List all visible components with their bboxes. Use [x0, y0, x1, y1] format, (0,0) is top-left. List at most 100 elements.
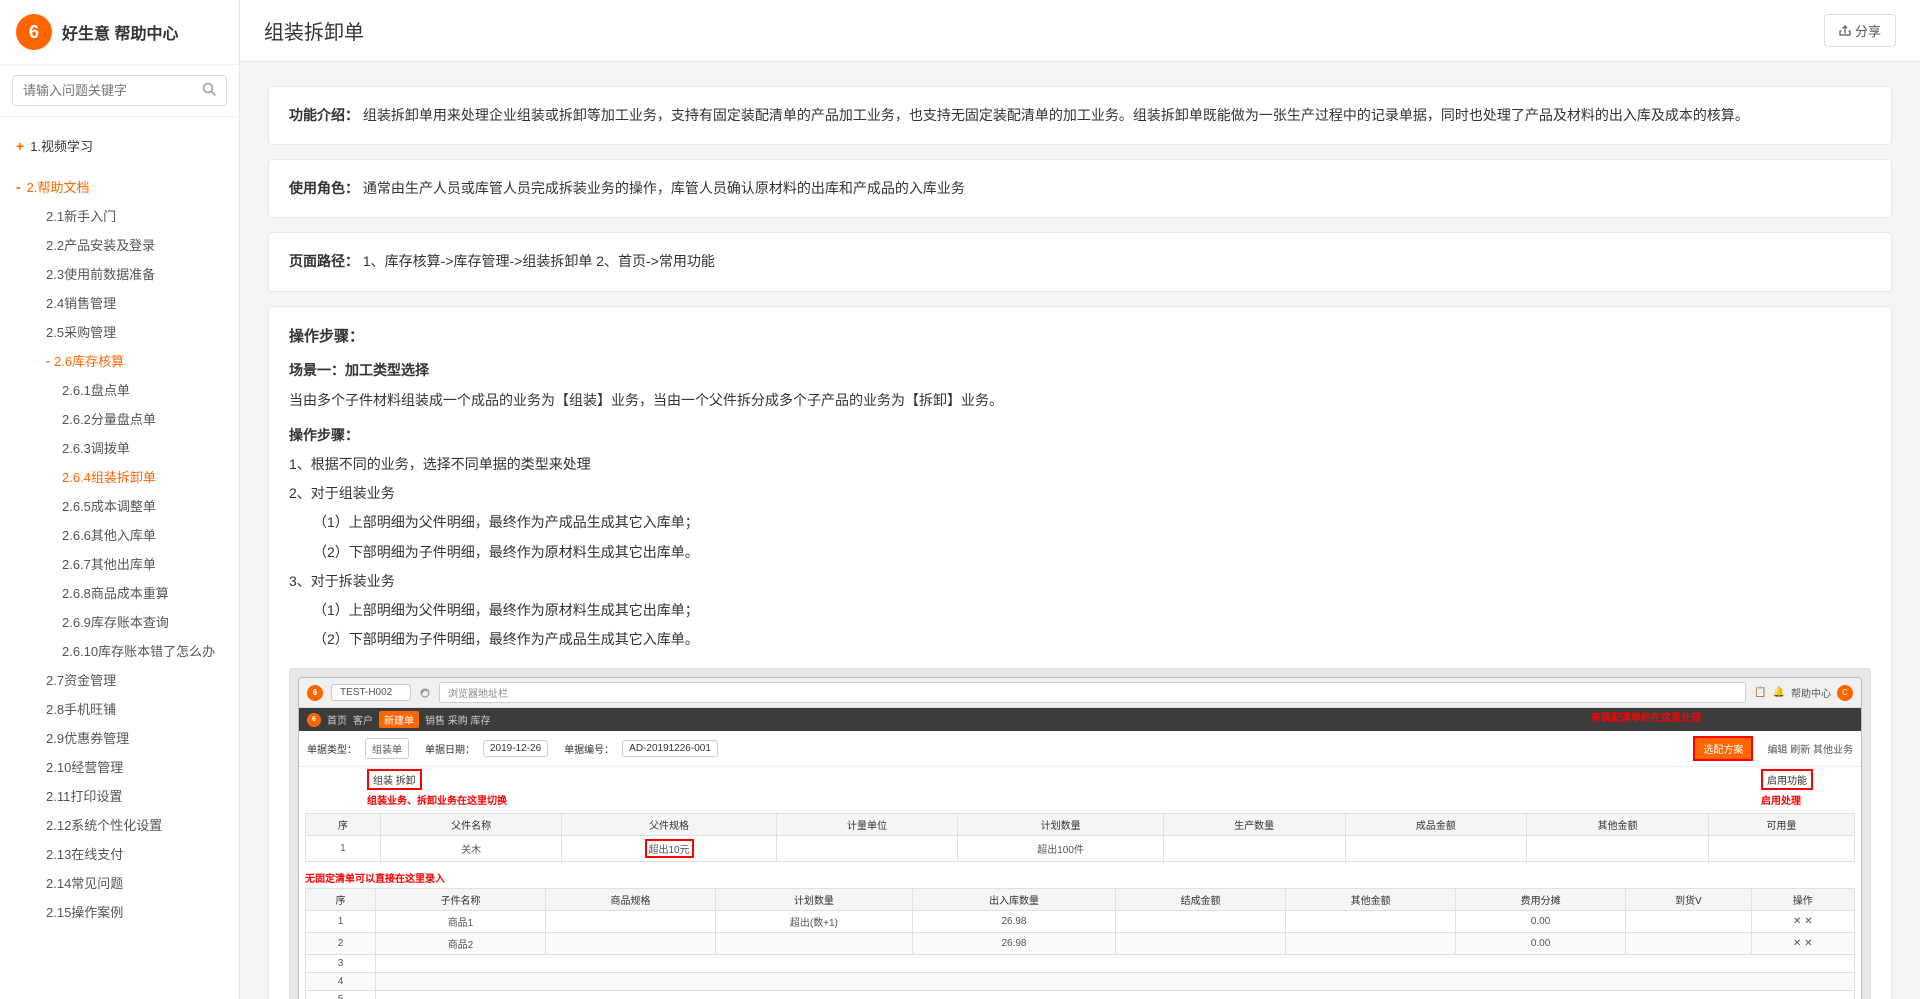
sidebar-item-mobile[interactable]: 2.8手机旺铺	[38, 694, 223, 723]
upper-col-name: 父件名称	[380, 814, 562, 836]
upper-col-amount: 成品金额	[1345, 814, 1527, 836]
sidebar-item-videos[interactable]: + 1.视频学习	[16, 131, 223, 160]
sidebar-item-faq[interactable]: 2.14常见问题	[38, 868, 223, 897]
intro-label: 功能介绍：	[289, 107, 359, 123]
url-display: TEST-H002	[331, 684, 411, 701]
sidebar-item-inventory-parent[interactable]: - 2.6库存核算	[38, 346, 223, 375]
sidebar-item-online[interactable]: 2.13在线支付	[38, 839, 223, 868]
app-logo-icon: 6	[16, 14, 52, 50]
sidebar-item-inv6[interactable]: 2.6.6其他入库单	[54, 520, 223, 549]
steps-title: 操作步骤：	[289, 423, 1871, 448]
lower-cell-alloc-2: 0.00	[1456, 933, 1626, 955]
sidebar-item-biz[interactable]: 2.10经营管理	[38, 752, 223, 781]
lower-table-row-3: 3	[306, 955, 1855, 973]
sidebar-item-inv1[interactable]: 2.6.1盘点单	[54, 375, 223, 404]
upper-col-produced: 生产数量	[1163, 814, 1345, 836]
sidebar-item-inv9[interactable]: 2.6.9库存账本查询	[54, 607, 223, 636]
lower-table-row-1: 1 商品1 超出(数+1) 26.98 0.00 ✕ ✕	[306, 911, 1855, 933]
sidebar-item-custom[interactable]: 2.12系统个性化设置	[38, 810, 223, 839]
sidebar-label-inventory: 2.6库存核算	[54, 351, 124, 370]
lower-cell-seq-3: 3	[306, 955, 376, 973]
doc-type-label: 单据类型：	[307, 741, 357, 756]
lower-cell-arrived-1	[1626, 911, 1752, 933]
main-content: 组装拆卸单 分享 功能介绍： 组装拆卸单用来处理企业组装或拆卸等加工业务，支持有…	[240, 0, 1920, 999]
sidebar-item-docs[interactable]: - 2.帮助文档	[16, 172, 223, 201]
sidebar-item-inv7[interactable]: 2.6.7其他出库单	[54, 549, 223, 578]
sidebar-item-data[interactable]: 2.3使用前数据准备	[38, 259, 223, 288]
lower-cell-seq-4: 4	[306, 973, 376, 991]
app-user: 帮助中心	[1791, 685, 1831, 700]
search-box	[12, 75, 227, 106]
scene1-desc: 当由多个子件材料组装成一个成品的业务为【组装】业务，当由一个父件拆分成多个子产品…	[289, 388, 1871, 413]
sidebar-item-install[interactable]: 2.2产品安装及登录	[38, 230, 223, 259]
step3: 3、对于拆装业务	[289, 569, 1871, 594]
lower-col-name: 子件名称	[375, 889, 545, 911]
sidebar-item-inv10[interactable]: 2.6.10库存账本错了怎么办	[54, 636, 223, 665]
step2: 2、对于组装业务	[289, 481, 1871, 506]
lower-cell-name-2: 商品2	[375, 933, 545, 955]
search-button[interactable]	[192, 76, 226, 105]
upper-cell-name-1: 关木	[380, 836, 562, 862]
bom-btn-wrapper: 选配方案	[1693, 736, 1753, 761]
annotation-3: 启用处理	[1761, 792, 1813, 807]
sidebar-item-coupon[interactable]: 2.9优惠券管理	[38, 723, 223, 752]
share-icon	[1839, 25, 1851, 37]
sidebar-item-purchase[interactable]: 2.5采购管理	[38, 317, 223, 346]
browser-bar: 6 TEST-H002 浏览器地址栏 📋 🔔 帮助中心 C	[299, 678, 1861, 708]
sidebar-item-sales[interactable]: 2.4销售管理	[38, 288, 223, 317]
sidebar-inventory-children: 2.6.1盘点单 2.6.2分量盘点单 2.6.3调拨单 2.6.4组装拆卸单 …	[38, 375, 223, 665]
nav-section-2: - 2.帮助文档 2.1新手入门 2.2产品安装及登录 2.3使用前数据准备 2…	[0, 166, 239, 932]
lower-cell-ops-1: ✕ ✕	[1751, 911, 1854, 933]
sidebar-item-inv2[interactable]: 2.6.2分量盘点单	[54, 404, 223, 433]
lower-table-header: 序 子件名称 商品规格 计划数量 出入库数量 结成金额 其他金额 费用分摊 到货…	[306, 889, 1855, 911]
lower-col-settled: 结成金额	[1116, 889, 1286, 911]
search-area	[0, 65, 239, 117]
sidebar-item-funds[interactable]: 2.7资金管理	[38, 665, 223, 694]
lower-cell-other-1	[1286, 911, 1456, 933]
doc-date-label: 单据日期：	[425, 741, 475, 756]
step2-indent: （1）上部明细为父件明细，最终作为产成品生成其它入库单； （2）下部明细为子件明…	[289, 510, 1871, 564]
sidebar-item-inv5[interactable]: 2.6.5成本调整单	[54, 491, 223, 520]
upper-table-header: 序 父件名称 父件规格 计量单位 计划数量 生产数量 成品金额 其他金额 可用量	[306, 814, 1855, 836]
search-input[interactable]	[13, 77, 192, 104]
red-box-spec: 超出10元	[645, 839, 694, 858]
nav-children-docs: 2.1新手入门 2.2产品安装及登录 2.3使用前数据准备 2.4销售管理 2.…	[16, 201, 223, 926]
upper-col-planned: 计划数量	[958, 814, 1164, 836]
step2-sub2: （2）下部明细为子件明细，最终作为原材料生成其它出库单。	[313, 540, 1871, 565]
app-nav-logo: 6	[307, 713, 321, 727]
annotation-4: 无固定清单可以直接在这里录入	[305, 870, 1855, 885]
intro-text: 组装拆卸单用来处理企业组装或拆卸等加工业务，支持有固定装配清单的产品加工业务，也…	[363, 107, 1749, 123]
lower-table-row-5: 5	[306, 991, 1855, 999]
doc-type-select: 组装单	[365, 738, 409, 759]
path-label: 页面路径：	[289, 253, 359, 269]
upper-cell-avail-1	[1708, 836, 1854, 862]
step1: 1、根据不同的业务，选择不同单据的类型来处理	[289, 452, 1871, 477]
step2-sub1: （1）上部明细为父件明细，最终作为产成品生成其它入库单；	[313, 510, 1871, 535]
upper-col-seq: 序	[306, 814, 381, 836]
sidebar-item-inv3[interactable]: 2.6.3调拨单	[54, 433, 223, 462]
step3-sub1: （1）上部明细为父件明细，最终作为原材料生成其它出库单；	[313, 598, 1871, 623]
annotation-2-wrapper: 组装 拆卸 组装业务、拆卸业务在这里切换	[367, 769, 507, 807]
upper-table-row-1: 1 关木 超出10元 超出100件	[306, 836, 1855, 862]
share-button[interactable]: 分享	[1824, 14, 1896, 47]
bom-button[interactable]: 选配方案	[1695, 738, 1751, 759]
lower-cell-arrived-2	[1626, 933, 1752, 955]
annotation-3-wrapper: 启用功能 启用处理	[1761, 769, 1813, 807]
lower-cell-spec-2	[545, 933, 715, 955]
sidebar-item-inv4[interactable]: 2.6.4组装拆卸单	[54, 462, 223, 491]
upper-cell-unit-1	[776, 836, 958, 862]
sidebar-item-inv8[interactable]: 2.6.8商品成本重算	[54, 578, 223, 607]
sidebar-item-cases[interactable]: 2.15操作案例	[38, 897, 223, 926]
sidebar-item-new[interactable]: 2.1新手入门	[38, 201, 223, 230]
upper-cell-planned-1: 超出100件	[958, 836, 1164, 862]
role-block: 使用角色： 通常由生产人员或库管人员完成拆装业务的操作，库管人员确认原材料的出库…	[268, 159, 1892, 218]
sidebar-item-print[interactable]: 2.11打印设置	[38, 781, 223, 810]
lower-cell-ops-2: ✕ ✕	[1751, 933, 1854, 955]
lower-cell-empty-5	[375, 991, 1854, 999]
doc-actions: 编辑 刷新 其他业务	[1767, 741, 1853, 756]
lower-cell-seq-1: 1	[306, 911, 376, 933]
lower-cell-name-1: 商品1	[375, 911, 545, 933]
doc-code-label: 单据编号：	[564, 741, 614, 756]
upper-table: 序 父件名称 父件规格 计量单位 计划数量 生产数量 成品金额 其他金额 可用量	[305, 813, 1855, 862]
upper-cell-other-1	[1527, 836, 1709, 862]
